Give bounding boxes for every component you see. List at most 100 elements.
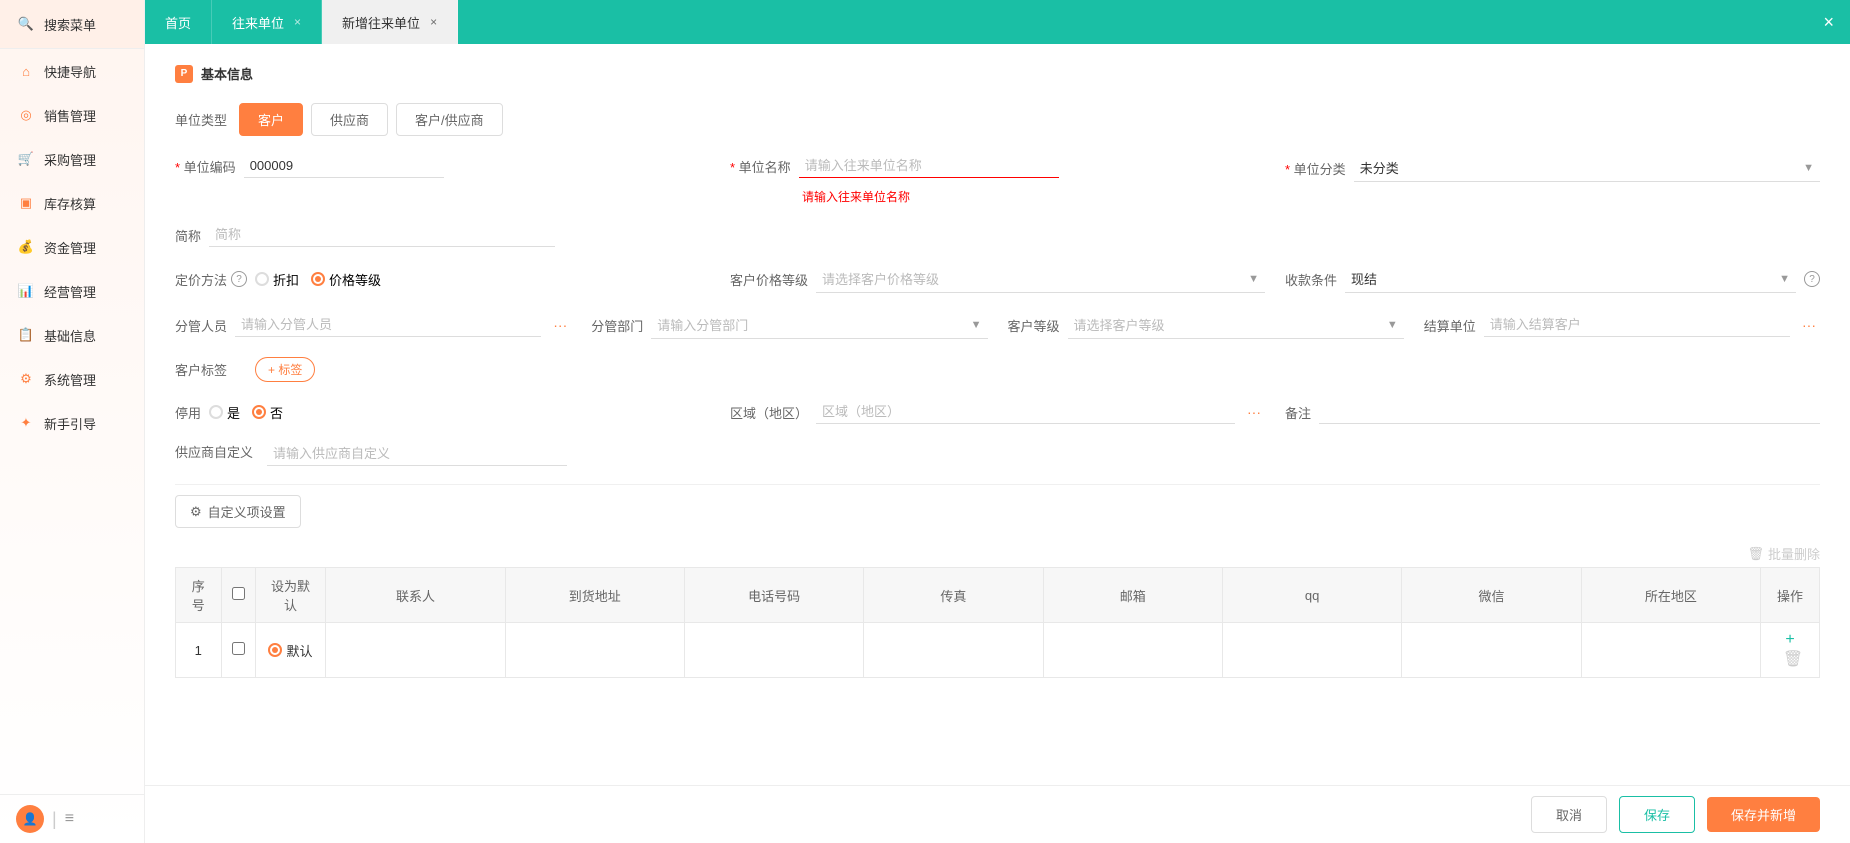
payment-terms-select[interactable]: 现结 ▼ [1345,265,1796,293]
qq-input[interactable] [1233,643,1391,658]
sidebar-item-system[interactable]: ⚙ 系统管理 [0,357,144,401]
address-input[interactable] [516,643,674,658]
dept-select[interactable]: 请输入分管部门 ▼ [651,311,987,339]
row-select-checkbox[interactable] [232,642,245,655]
sidebar-item-label: 库存核算 [44,194,96,213]
disable-radio-group: 是 否 [209,403,283,422]
customer-level-chevron: ▼ [1387,319,1398,331]
add-tag-button[interactable]: + 标签 [255,357,315,382]
section-basic-info: P 基本信息 [175,64,1820,83]
radio-no[interactable]: 否 [252,403,283,422]
row-wechat[interactable] [1402,623,1581,678]
phone-input[interactable] [695,643,853,658]
row-address[interactable] [505,623,684,678]
customer-level-select[interactable]: 请选择客户等级 ▼ [1068,311,1404,339]
contact-input[interactable] [336,643,494,658]
sidebar-search[interactable]: 🔍 搜索菜单 [0,0,144,49]
row-region[interactable] [1581,623,1760,678]
batch-delete-label: 批量删除 [1768,544,1820,563]
radio-grade[interactable]: 价格等级 [311,270,381,289]
settlement-more-btn[interactable]: ··· [1798,317,1820,333]
col-action: 操作 [1761,568,1820,623]
row-email[interactable] [1043,623,1222,678]
tab-new-partner[interactable]: 新增往来单位 × [322,0,458,44]
close-all-tabs[interactable]: × [1807,12,1850,33]
row-contact[interactable] [326,623,505,678]
tab-new-partner-close[interactable]: × [430,15,437,29]
supervisor-input[interactable] [235,313,541,337]
col-checkbox[interactable] [221,568,255,623]
unit-code-label: 单位编码 [175,157,236,176]
col-wechat: 微信 [1402,568,1581,623]
select-all-checkbox[interactable] [232,587,245,600]
supervisor-row: 分管人员 ··· 分管部门 请输入分管部门 ▼ 客户等级 请选择客户等级 ▼ 结… [175,311,1820,339]
short-name-input[interactable] [209,223,555,247]
unit-name-label: 单位名称 [730,157,791,176]
row-default[interactable]: 默认 [255,623,326,678]
sidebar-item-label: 新手引导 [44,414,96,433]
supplier-custom-input[interactable] [267,442,567,466]
col-phone: 电话号码 [684,568,863,623]
row-num: 1 [176,623,222,678]
unit-code-input[interactable] [244,154,444,178]
default-radio-label: 默认 [286,641,312,660]
settlement-input[interactable] [1484,313,1790,337]
region-input[interactable] [816,400,1235,424]
default-radio-circle [268,643,282,657]
sidebar-item-inventory[interactable]: ▣ 库存核算 [0,181,144,225]
user-avatar[interactable]: 👤 [16,805,44,833]
delete-row-btn[interactable]: 🗑 [1783,651,1803,668]
region-more-btn[interactable]: ··· [1243,404,1265,420]
sidebar-item-sales[interactable]: ◎ 销售管理 [0,93,144,137]
save-button[interactable]: 保存 [1619,796,1695,833]
sidebar-expand-icon[interactable]: ≡ [65,810,74,828]
sidebar-item-purchase[interactable]: 🛒 采购管理 [0,137,144,181]
col-default: 设为默认 [255,568,326,623]
sidebar-item-label: 资金管理 [44,238,96,257]
sales-icon: ◎ [16,105,36,125]
save-new-button[interactable]: 保存并新增 [1707,797,1820,832]
fax-input[interactable] [874,643,1032,658]
btn-supplier[interactable]: 供应商 [311,103,388,136]
wechat-input[interactable] [1412,643,1570,658]
sidebar-item-finance[interactable]: 💰 资金管理 [0,225,144,269]
tab-partners-close[interactable]: × [294,15,301,29]
supervisor-more-btn[interactable]: ··· [549,317,571,333]
radio-discount[interactable]: 折扣 [255,270,299,289]
row-qq[interactable] [1222,623,1401,678]
sidebar-item-guide[interactable]: ✦ 新手引导 [0,401,144,445]
unit-category-value: 未分类 [1360,158,1803,177]
col-region: 所在地区 [1581,568,1760,623]
radio-yes[interactable]: 是 [209,403,240,422]
customer-price-level-select[interactable]: 请选择客户价格等级 ▼ [816,265,1265,293]
sidebar-item-operations[interactable]: 📊 经营管理 [0,269,144,313]
email-input[interactable] [1054,643,1212,658]
custom-settings-label: 自定义项设置 [208,502,286,521]
row-fax[interactable] [864,623,1043,678]
payment-help-icon[interactable]: ? [1804,271,1820,287]
batch-delete-button[interactable]: 🗑 批量删除 [1747,544,1820,563]
default-radio[interactable]: 默认 [266,641,316,660]
region-table-input[interactable] [1592,643,1750,658]
cancel-button[interactable]: 取消 [1531,796,1607,833]
radio-discount-label: 折扣 [273,270,299,289]
unit-name-input[interactable] [799,154,1059,178]
remark-input[interactable] [1319,400,1820,424]
unit-category-select[interactable]: 未分类 ▼ [1354,154,1820,182]
tab-partners[interactable]: 往来单位 × [212,0,322,44]
col-email: 邮箱 [1043,568,1222,623]
sidebar-item-quick-nav[interactable]: ⌂ 快捷导航 [0,49,144,93]
btn-both[interactable]: 客户/供应商 [396,103,503,136]
dept-label: 分管部门 [591,316,643,335]
pricing-help-icon[interactable]: ? [231,271,247,287]
row-phone[interactable] [684,623,863,678]
sidebar-item-basic[interactable]: 📋 基础信息 [0,313,144,357]
custom-settings-button[interactable]: ⚙ 自定义项设置 [175,495,301,528]
btn-customer[interactable]: 客户 [239,103,303,136]
tab-home[interactable]: 首页 [145,0,212,44]
supplier-custom-label: 供应商自定义 [175,442,255,461]
row-checkbox[interactable] [221,623,255,678]
add-row-btn[interactable]: + [1785,631,1794,648]
supplier-custom-row: 供应商自定义 [175,442,1820,466]
system-icon: ⚙ [16,369,36,389]
